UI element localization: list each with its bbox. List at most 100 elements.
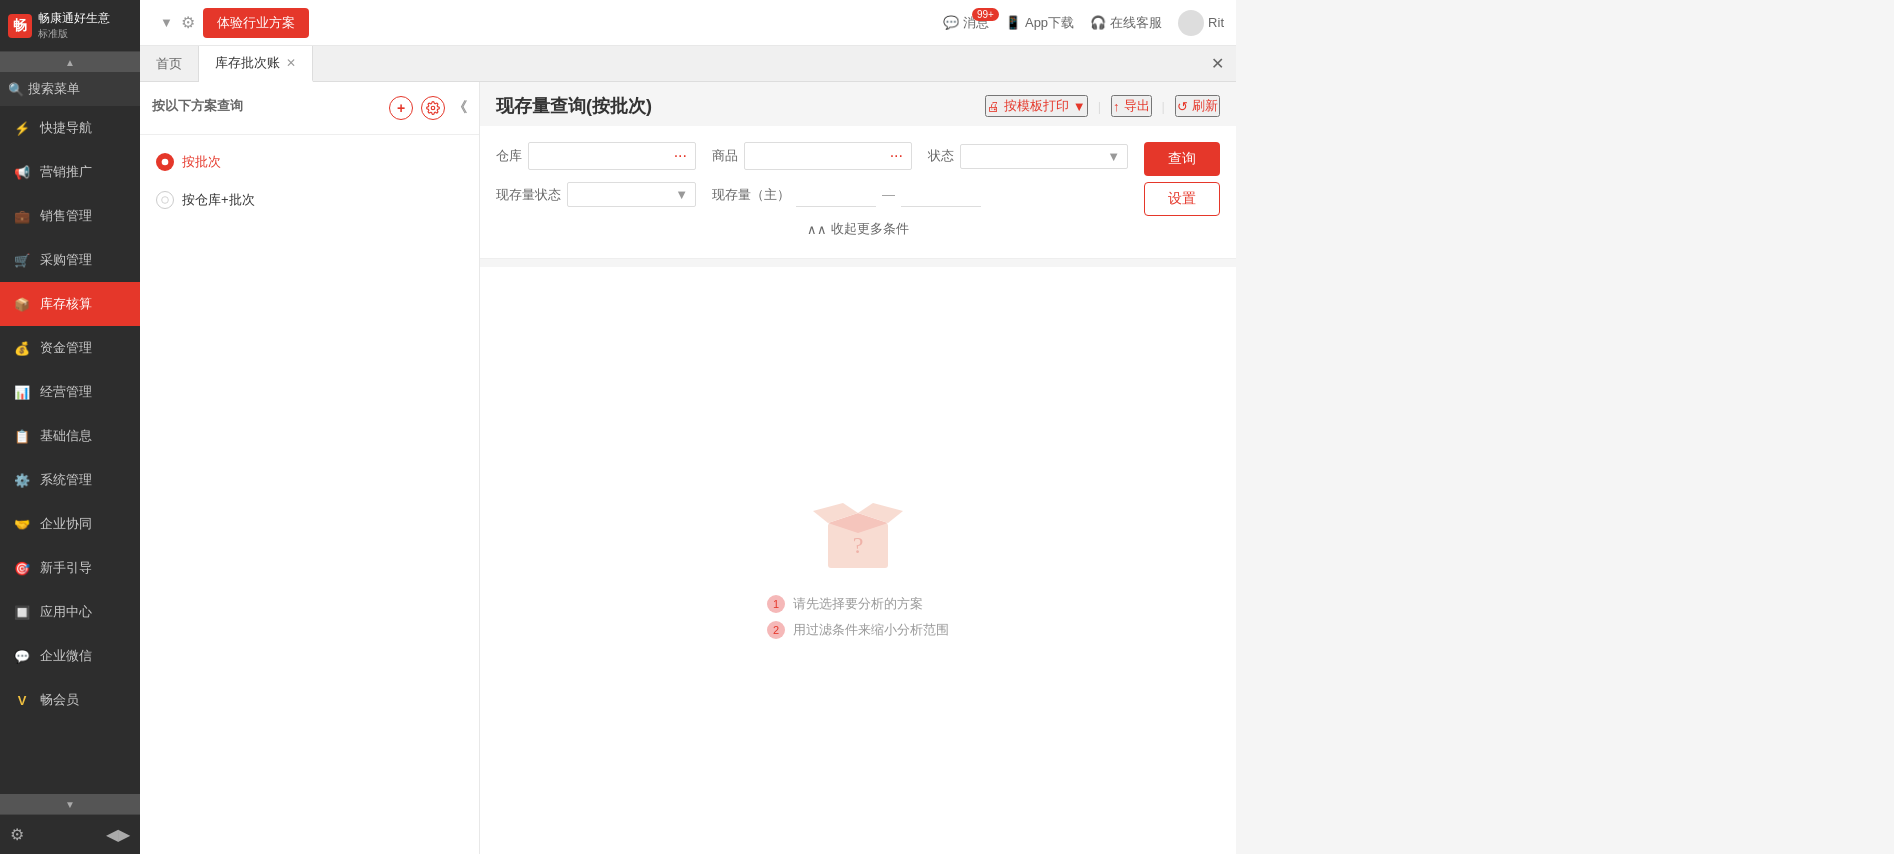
- sidebar-item-guide[interactable]: 🎯 新手引导: [0, 546, 140, 590]
- tip-num-1: 1: [767, 595, 785, 613]
- goods-filter: 商品 ···: [712, 142, 912, 170]
- messages-badge[interactable]: 💬 消息 99+: [943, 14, 989, 32]
- warehouse-input-box[interactable]: ···: [528, 142, 696, 170]
- trial-button[interactable]: 体验行业方案: [203, 8, 309, 38]
- status-label: 状态: [928, 147, 954, 165]
- collapse-more[interactable]: ∧∧ 收起更多条件: [496, 216, 1220, 242]
- sidebar-item-apps[interactable]: 🔲 应用中心: [0, 590, 140, 634]
- tab-panel-close-icon[interactable]: ✕: [1199, 46, 1236, 81]
- refresh-icon: ↺: [1177, 99, 1188, 114]
- topbar-gear-icon[interactable]: ⚙: [181, 13, 195, 32]
- status-select[interactable]: 全部: [960, 144, 1128, 169]
- collapse-sidebar-icon[interactable]: ◀▶: [106, 825, 130, 844]
- user-info[interactable]: Rit: [1178, 10, 1224, 36]
- warehouse-filter: 仓库 ···: [496, 142, 696, 170]
- filter-row-1: 仓库 ··· 商品: [496, 142, 1128, 170]
- sidebar-footer: ⚙ ◀▶: [0, 814, 140, 854]
- topbar-left: ▼ ⚙ 体验行业方案: [152, 8, 935, 38]
- sidebar-item-wechat[interactable]: 💬 企业微信: [0, 634, 140, 678]
- sidebar-item-basic[interactable]: 📋 基础信息: [0, 414, 140, 458]
- inventory-icon: 📦: [12, 294, 32, 314]
- apps-icon: 🔲: [12, 602, 32, 622]
- sidebar-item-sales[interactable]: 💼 销售管理: [0, 194, 140, 238]
- stock-qty-filter: 现存量（主） —: [712, 183, 912, 207]
- tab-batch[interactable]: 库存批次账 ✕: [199, 46, 313, 82]
- topbar: ▼ ⚙ 体验行业方案 💬 消息 99+ 📱 App下载 🎧 在线客服: [140, 0, 1236, 46]
- scheme-label: 按以下方案查询: [152, 97, 243, 115]
- goods-label: 商品: [712, 147, 738, 165]
- tip-num-2: 2: [767, 621, 785, 639]
- sidebar-item-member[interactable]: V 畅会员: [0, 678, 140, 722]
- main-area: ▼ ⚙ 体验行业方案 💬 消息 99+ 📱 App下载 🎧 在线客服: [140, 0, 1236, 854]
- tip-2: 2 用过滤条件来缩小分析范围: [767, 621, 949, 639]
- tab-home[interactable]: 首页: [140, 46, 199, 81]
- sidebar-scroll-up[interactable]: ▲: [0, 52, 140, 72]
- add-scheme-button[interactable]: +: [389, 96, 413, 120]
- svg-point-1: [162, 159, 169, 166]
- phone-icon: 📱: [1005, 15, 1021, 30]
- sidebar-item-inventory[interactable]: 📦 库存核算: [0, 282, 140, 326]
- stock-qty-label: 现存量（主）: [712, 186, 790, 204]
- sales-icon: 💼: [12, 206, 32, 226]
- stock-qty-max-input[interactable]: [901, 183, 981, 207]
- sidebar-item-purchase[interactable]: 🛒 采购管理: [0, 238, 140, 282]
- stock-status-select[interactable]: 全部: [567, 182, 696, 207]
- sidebar-header: 畅 畅康通好生意 标准版: [0, 0, 140, 52]
- settings-button[interactable]: 设置: [1144, 182, 1220, 216]
- brand-text: 畅康通好生意 标准版: [38, 10, 110, 41]
- headset-icon: 🎧: [1090, 15, 1106, 30]
- topbar-right: 💬 消息 99+ 📱 App下载 🎧 在线客服 Rit: [943, 10, 1224, 36]
- collapse-panel-icon[interactable]: 《: [453, 99, 467, 117]
- sidebar-item-marketing[interactable]: 📢 营销推广: [0, 150, 140, 194]
- goods-more-icon[interactable]: ···: [890, 147, 903, 165]
- warehouse-more-icon[interactable]: ···: [674, 147, 687, 165]
- status-filter: 状态 全部 ▼: [928, 144, 1128, 169]
- operations-icon: 📊: [12, 382, 32, 402]
- filter-row-2: 现存量状态 全部 ▼: [496, 182, 1128, 207]
- wechat-icon: 💬: [12, 646, 32, 666]
- goods-input-box[interactable]: ···: [744, 142, 912, 170]
- sidebar-search[interactable]: 🔍 搜索菜单: [0, 72, 140, 106]
- purchase-icon: 🛒: [12, 250, 32, 270]
- stock-qty-min-input[interactable]: [796, 183, 876, 207]
- sidebar-scroll-down[interactable]: ▼: [0, 794, 140, 814]
- topbar-dropdown-icon[interactable]: ▼: [160, 15, 173, 30]
- warehouse-label: 仓库: [496, 147, 522, 165]
- filter-area: 仓库 ··· 商品: [480, 126, 1236, 259]
- empty-illustration: ?: [808, 483, 908, 583]
- scheme-item-warehouse-batch[interactable]: 按仓库+批次: [140, 181, 479, 219]
- stock-qty-dash: —: [882, 187, 895, 202]
- stock-status-label: 现存量状态: [496, 186, 561, 204]
- online-service[interactable]: 🎧 在线客服: [1090, 14, 1162, 32]
- sidebar-item-quick-nav[interactable]: ⚡ 快捷导航: [0, 106, 140, 150]
- chevron-up-icon: ∧∧: [807, 222, 827, 237]
- app-download[interactable]: 📱 App下载: [1005, 14, 1074, 32]
- scheme-item-batch[interactable]: 按批次: [140, 143, 479, 181]
- export-button[interactable]: ↑ 导出: [1111, 95, 1152, 117]
- finance-icon: 💰: [12, 338, 32, 358]
- sidebar-brand: 畅 畅康通好生意 标准版: [8, 10, 132, 41]
- sidebar-item-operations[interactable]: 📊 经营管理: [0, 370, 140, 414]
- tab-close-icon[interactable]: ✕: [286, 56, 296, 70]
- page-title: 现存量查询(按批次): [496, 94, 652, 118]
- enterprise-icon: 🤝: [12, 514, 32, 534]
- settings-footer-icon[interactable]: ⚙: [10, 825, 24, 844]
- svg-text:?: ?: [853, 532, 864, 558]
- sidebar-item-finance[interactable]: 💰 资金管理: [0, 326, 140, 370]
- sidebar-item-enterprise[interactable]: 🤝 企业协同: [0, 502, 140, 546]
- right-main: 现存量查询(按批次) 🖨 按模板打印 ▼ | ↑ 导出 |: [480, 82, 1236, 854]
- messages-count-badge: 99+: [972, 8, 999, 21]
- query-button[interactable]: 查询: [1144, 142, 1220, 176]
- export-icon: ↑: [1113, 99, 1120, 114]
- page-header: 现存量查询(按批次) 🖨 按模板打印 ▼ | ↑ 导出 |: [480, 82, 1236, 126]
- svg-point-2: [162, 197, 169, 204]
- scheme-settings-button[interactable]: [421, 96, 445, 120]
- brand-icon: 畅: [8, 14, 32, 38]
- sidebar-item-system[interactable]: ⚙️ 系统管理: [0, 458, 140, 502]
- print-icon: 🖨: [987, 99, 1000, 114]
- print-dropdown-icon[interactable]: ▼: [1073, 99, 1086, 114]
- tab-bar: 首页 库存批次账 ✕ ✕: [140, 46, 1236, 82]
- refresh-button[interactable]: ↺ 刷新: [1175, 95, 1220, 117]
- print-button[interactable]: 🖨 按模板打印 ▼: [985, 95, 1088, 117]
- scheme-active-dot: [156, 153, 174, 171]
